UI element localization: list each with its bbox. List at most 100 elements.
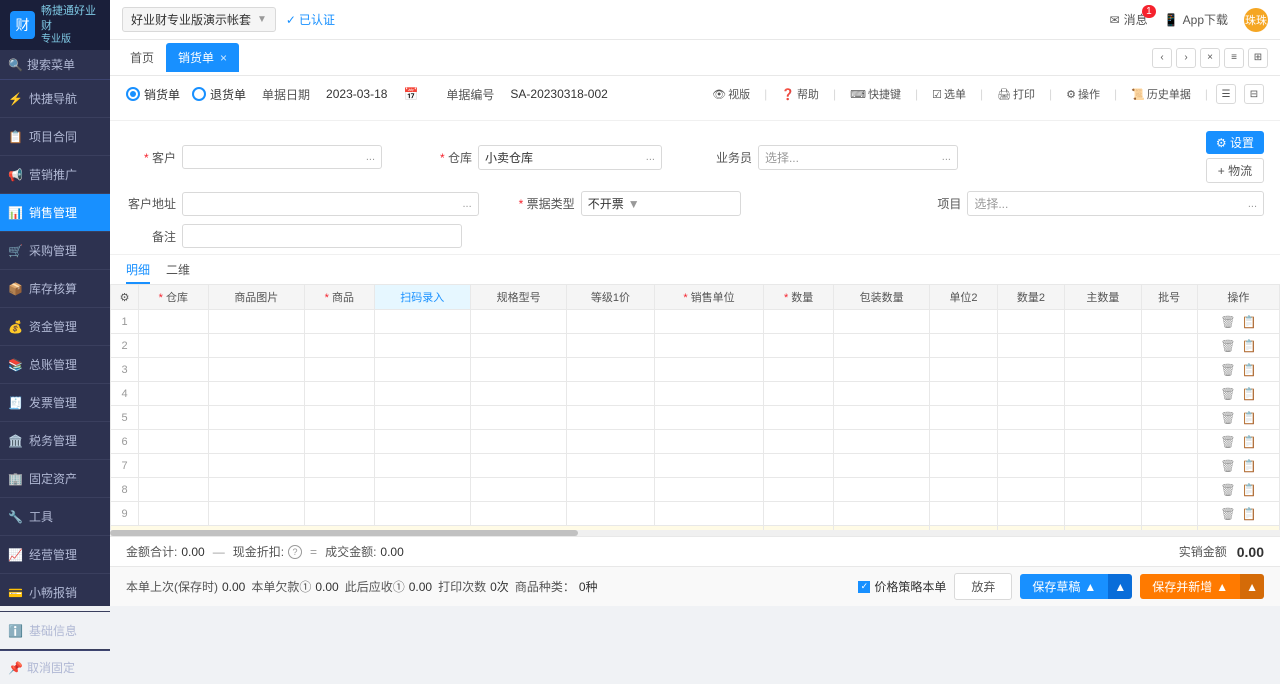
cell-warehouse[interactable] xyxy=(139,502,209,526)
cell-product[interactable] xyxy=(304,406,374,430)
cell-pkg-qty[interactable] xyxy=(833,334,929,358)
horizontal-scrollbar[interactable] xyxy=(110,530,1280,536)
customer-more-btn[interactable]: ... xyxy=(366,151,375,163)
cell-batch[interactable] xyxy=(1141,478,1197,502)
copy-row-icon[interactable]: 📋 xyxy=(1242,363,1257,377)
cell-unit[interactable] xyxy=(654,310,764,334)
cell-spec[interactable] xyxy=(470,334,566,358)
cell-warehouse[interactable] xyxy=(139,478,209,502)
sidebar-unpin[interactable]: 📌 取消固定 xyxy=(0,650,110,684)
cell-product[interactable] xyxy=(304,502,374,526)
cell-product[interactable] xyxy=(304,382,374,406)
cell-price1[interactable] xyxy=(567,430,654,454)
warehouse-input[interactable]: 小卖仓库 ... xyxy=(478,145,662,170)
cell-product-image[interactable] xyxy=(208,478,304,502)
cell-qty[interactable] xyxy=(764,478,834,502)
invoice-type-select[interactable]: 不开票 ▼ xyxy=(581,191,741,216)
cell-warehouse[interactable] xyxy=(139,358,209,382)
cell-qty[interactable] xyxy=(764,334,834,358)
save-draft-arrow-button[interactable]: ▲ xyxy=(1108,574,1132,599)
cell-warehouse[interactable] xyxy=(139,382,209,406)
cell-qty[interactable] xyxy=(764,358,834,382)
cell-qty[interactable] xyxy=(764,454,834,478)
cell-main-qty[interactable] xyxy=(1065,358,1141,382)
copy-row-icon[interactable]: 📋 xyxy=(1242,315,1257,329)
cell-qty2[interactable] xyxy=(997,334,1064,358)
copy-row-icon[interactable]: 📋 xyxy=(1242,387,1257,401)
save-new-button[interactable]: 保存并新增 ▲ xyxy=(1140,574,1240,599)
company-selector[interactable]: 好业财专业版演示帐套 ▼ xyxy=(122,7,276,32)
cell-qty[interactable] xyxy=(764,502,834,526)
radio-sale[interactable]: 销货单 xyxy=(126,86,180,103)
view-list-button[interactable]: ☰ xyxy=(1216,84,1236,104)
cell-product[interactable] xyxy=(304,430,374,454)
cell-batch[interactable] xyxy=(1141,310,1197,334)
cell-scan-entry[interactable] xyxy=(374,406,470,430)
delete-row-icon[interactable]: 🗑 xyxy=(1220,507,1235,521)
cell-unit2[interactable] xyxy=(930,358,997,382)
cell-product-image[interactable] xyxy=(208,334,304,358)
delete-row-icon[interactable]: 🗑 xyxy=(1220,363,1235,377)
cell-warehouse[interactable] xyxy=(139,406,209,430)
cell-unit2[interactable] xyxy=(930,382,997,406)
cell-scan-entry[interactable] xyxy=(374,382,470,406)
delete-row-icon[interactable]: 🗑 xyxy=(1220,315,1235,329)
cell-product[interactable] xyxy=(304,454,374,478)
cell-price1[interactable] xyxy=(567,310,654,334)
cell-pkg-qty[interactable] xyxy=(833,310,929,334)
sidebar-item-inventory[interactable]: 📦 库存核算 xyxy=(0,270,110,308)
sidebar-item-basic-info[interactable]: ℹ️ 基础信息 xyxy=(0,612,110,650)
salesman-input[interactable]: 选择... ... xyxy=(758,145,958,170)
cell-qty2[interactable] xyxy=(997,406,1064,430)
copy-row-icon[interactable]: 📋 xyxy=(1242,483,1257,497)
col-scan-entry[interactable]: 扫码录入 xyxy=(374,285,470,310)
cell-scan-entry[interactable] xyxy=(374,334,470,358)
delete-row-icon[interactable]: 🗑 xyxy=(1220,339,1235,353)
cell-warehouse[interactable] xyxy=(139,430,209,454)
copy-row-icon[interactable]: 📋 xyxy=(1242,435,1257,449)
user-avatar[interactable]: 珠珠 xyxy=(1244,8,1268,32)
settings-icon[interactable]: ⚙ xyxy=(120,292,130,304)
tab-2d[interactable]: 二维 xyxy=(166,261,190,284)
cell-unit2[interactable] xyxy=(930,430,997,454)
sidebar-item-invoice[interactable]: 🧾 发票管理 xyxy=(0,384,110,422)
cell-spec[interactable] xyxy=(470,478,566,502)
cell-price1[interactable] xyxy=(567,406,654,430)
cell-batch[interactable] xyxy=(1141,430,1197,454)
save-draft-button[interactable]: 保存草稿 ▲ xyxy=(1020,574,1108,599)
cell-spec[interactable] xyxy=(470,382,566,406)
cell-unit[interactable] xyxy=(654,406,764,430)
cell-price1[interactable] xyxy=(567,334,654,358)
cell-spec[interactable] xyxy=(470,430,566,454)
cell-product-image[interactable] xyxy=(208,406,304,430)
cell-spec[interactable] xyxy=(470,358,566,382)
sidebar-item-report[interactable]: 💳 小畅报销 xyxy=(0,574,110,612)
cell-spec[interactable] xyxy=(470,310,566,334)
cell-qty[interactable] xyxy=(764,406,834,430)
cell-price1[interactable] xyxy=(567,358,654,382)
cell-product[interactable] xyxy=(304,478,374,502)
cell-unit2[interactable] xyxy=(930,406,997,430)
cell-product-image[interactable] xyxy=(208,454,304,478)
cell-main-qty[interactable] xyxy=(1065,430,1141,454)
cell-warehouse[interactable] xyxy=(139,310,209,334)
cell-product-image[interactable] xyxy=(208,382,304,406)
cell-pkg-qty[interactable] xyxy=(833,478,929,502)
sidebar-item-fixed-assets[interactable]: 🏢 固定资产 xyxy=(0,460,110,498)
cell-main-qty[interactable] xyxy=(1065,478,1141,502)
cell-scan-entry[interactable] xyxy=(374,454,470,478)
warehouse-more-btn[interactable]: ... xyxy=(646,151,655,163)
cell-pkg-qty[interactable] xyxy=(833,406,929,430)
cell-main-qty[interactable] xyxy=(1065,406,1141,430)
sidebar-item-biz-mgmt[interactable]: 📈 经营管理 xyxy=(0,536,110,574)
tab-close-button[interactable]: × xyxy=(1200,48,1220,68)
project-input[interactable]: 选择... ... xyxy=(967,191,1264,216)
project-more-btn[interactable]: ... xyxy=(1248,198,1257,210)
cell-qty2[interactable] xyxy=(997,454,1064,478)
cell-warehouse[interactable] xyxy=(139,454,209,478)
cell-main-qty[interactable] xyxy=(1065,454,1141,478)
tab-next-button[interactable]: › xyxy=(1176,48,1196,68)
cell-batch[interactable] xyxy=(1141,358,1197,382)
cell-qty2[interactable] xyxy=(997,358,1064,382)
cell-product[interactable] xyxy=(304,334,374,358)
